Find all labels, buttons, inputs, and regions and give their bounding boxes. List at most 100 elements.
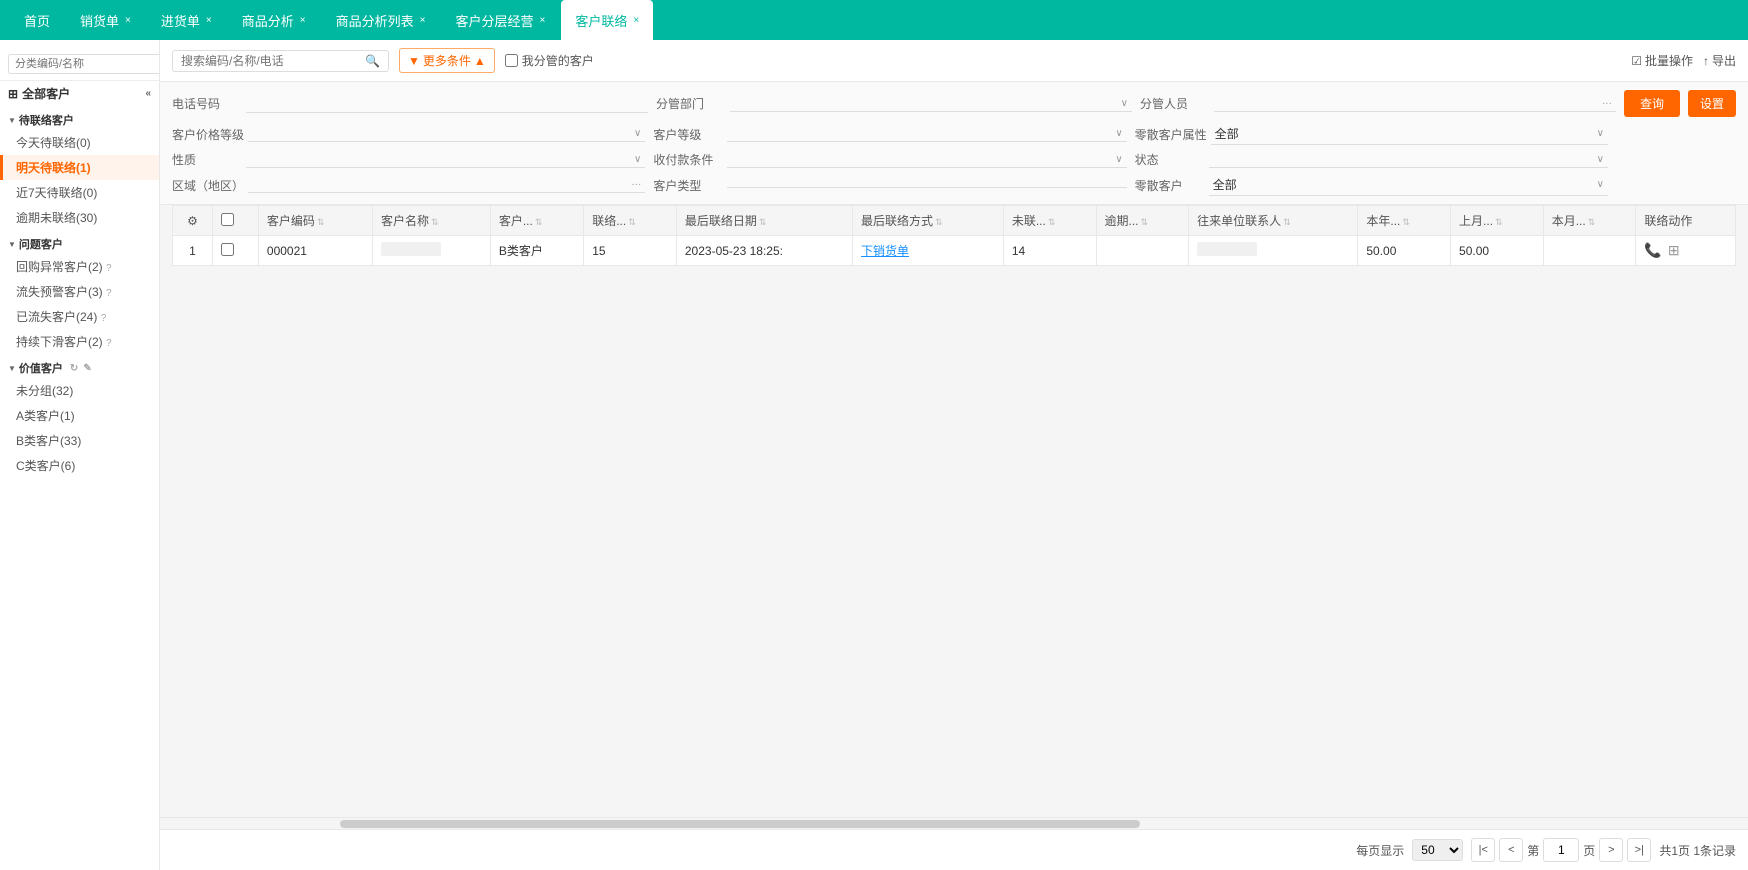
more-filter-button[interactable]: ▼ 更多条件 ▲ <box>399 48 495 73</box>
sidebar-item-abnormal-repurchase[interactable]: 回购异常客户(2) ? <box>0 254 159 279</box>
my-customers-checkbox[interactable] <box>505 54 518 67</box>
first-page-button[interactable]: |< <box>1471 838 1495 862</box>
row-checkbox[interactable] <box>221 243 234 256</box>
td-checkbox <box>213 236 259 266</box>
region-select[interactable]: ··· <box>248 177 645 193</box>
nav-sales-order[interactable]: 销货单 × <box>66 0 145 40</box>
sidebar-item-b-customers[interactable]: B类客户(33) <box>0 428 159 453</box>
retail-attr-select[interactable]: 全部 ∨ <box>1211 123 1608 145</box>
query-button[interactable]: 查询 <box>1624 90 1680 117</box>
top-navigation: 首页 销货单 × 进货单 × 商品分析 × 商品分析列表 × 客户分层经营 × … <box>0 0 1748 40</box>
scrollbar-thumb[interactable] <box>340 820 1140 828</box>
last-contact-method-link[interactable]: 下销货单 <box>861 244 909 258</box>
total-records-label: 共1页 1条记录 <box>1659 842 1736 859</box>
sidebar-search-wrap: 🔍 <box>0 48 159 81</box>
nav-customer-contact[interactable]: 客户联络 × <box>561 0 653 40</box>
th-last-contact-date[interactable]: 最后联络日期⇅ <box>676 206 852 236</box>
help-icon-0[interactable]: ? <box>106 263 112 274</box>
price-level-select[interactable]: ∨ <box>248 126 645 142</box>
payment-select[interactable]: ∨ <box>727 152 1126 168</box>
last-page-button[interactable]: >| <box>1627 838 1651 862</box>
th-last-month[interactable]: 上月...⇅ <box>1451 206 1544 236</box>
th-action: 联络动作 <box>1636 206 1736 236</box>
refresh-icon[interactable]: ↻ <box>70 363 78 374</box>
sidebar-item-declining[interactable]: 持续下滑客户(2) ? <box>0 329 159 354</box>
th-type[interactable]: 客户...⇅ <box>490 206 583 236</box>
close-customer-contact[interactable]: × <box>633 15 639 26</box>
customer-level-select[interactable]: ∨ <box>727 126 1126 142</box>
main-layout: 🔍 ⊞ 全部客户 « 待联络客户 今天待联络(0) 明天待联络(1) 近7天待联… <box>0 40 1748 870</box>
nav-home[interactable]: 首页 <box>10 0 64 40</box>
sidebar-item-tomorrow-contact[interactable]: 明天待联络(1) <box>0 155 159 180</box>
th-last-contact-method[interactable]: 最后联络方式⇅ <box>853 206 1004 236</box>
horizontal-scrollbar[interactable] <box>160 817 1748 829</box>
close-purchase-order[interactable]: × <box>206 15 212 26</box>
sidebar-item-ungrouped[interactable]: 未分组(32) <box>0 378 159 403</box>
settings-icon[interactable]: ⚙ <box>187 214 198 228</box>
nav-customer-layered[interactable]: 客户分层经营 × <box>441 0 559 40</box>
filter-row-1: 电话号码 分管部门 ∨ 分管人员 ··· 查 <box>172 90 1736 117</box>
th-uncontacted[interactable]: 未联...⇅ <box>1003 206 1096 236</box>
person-select[interactable]: ··· <box>1214 96 1616 112</box>
status-select[interactable]: ∨ <box>1209 152 1608 168</box>
sidebar-item-c-customers[interactable]: C类客户(6) <box>0 453 159 478</box>
th-unit-contact[interactable]: 往来单位联系人⇅ <box>1189 206 1358 236</box>
setting-button[interactable]: 设置 <box>1688 90 1736 117</box>
sidebar-item-7days-contact[interactable]: 近7天待联络(0) <box>0 180 159 205</box>
td-overdue <box>1096 236 1189 266</box>
help-icon-1[interactable]: ? <box>106 288 112 299</box>
edit-icon[interactable]: ✎ <box>83 363 91 374</box>
my-customers-checkbox-label[interactable]: 我分管的客户 <box>505 52 594 69</box>
close-product-analysis[interactable]: × <box>300 15 306 26</box>
th-settings[interactable]: ⚙ <box>173 206 213 236</box>
nature-select[interactable]: ∨ <box>246 152 645 168</box>
sidebar-item-churned[interactable]: 已流失客户(24) ? <box>0 304 159 329</box>
filter-nature: 性质 ∨ <box>172 151 645 168</box>
td-last-month: 50.00 <box>1451 236 1544 266</box>
phone-input[interactable] <box>246 94 648 113</box>
search-input[interactable] <box>181 54 361 68</box>
sidebar-all-customers[interactable]: ⊞ 全部客户 « <box>0 81 159 106</box>
search-icon[interactable]: 🔍 <box>365 54 380 68</box>
th-overdue[interactable]: 逾期...⇅ <box>1096 206 1189 236</box>
checkbox-icon: ☑ <box>1631 54 1642 68</box>
customer-type-select[interactable] <box>727 183 1126 188</box>
th-contact-count[interactable]: 联络...⇅ <box>584 206 677 236</box>
phone-action-icon[interactable]: 📞 <box>1644 242 1661 259</box>
help-icon-3[interactable]: ? <box>106 338 112 349</box>
close-sales-order[interactable]: × <box>125 15 131 26</box>
retail-customer-select[interactable]: 全部 ∨ <box>1209 174 1608 196</box>
page-number-input[interactable] <box>1543 838 1579 862</box>
nav-purchase-order[interactable]: 进货单 × <box>147 0 226 40</box>
export-button[interactable]: ↑ 导出 <box>1703 52 1736 69</box>
sidebar-item-churn-warning[interactable]: 流失预警客户(3) ? <box>0 279 159 304</box>
search-input-wrap: 🔍 <box>172 50 389 72</box>
th-this-year[interactable]: 本年...⇅ <box>1358 206 1451 236</box>
sort-overdue-icon: ⇅ <box>1141 217 1149 227</box>
sort-last-date-icon: ⇅ <box>759 217 767 227</box>
close-customer-layered[interactable]: × <box>539 15 545 26</box>
th-this-month[interactable]: 本月...⇅ <box>1543 206 1636 236</box>
th-code[interactable]: 客户编码⇅ <box>258 206 372 236</box>
dept-select[interactable]: ∨ <box>730 96 1132 112</box>
sidebar-search-input[interactable] <box>8 54 160 74</box>
per-page-select[interactable]: 50 100 <box>1412 839 1463 861</box>
help-icon-2[interactable]: ? <box>101 313 107 324</box>
grid-action-icon[interactable]: ⊞ <box>1668 242 1680 259</box>
nav-product-analysis[interactable]: 商品分析 × <box>228 0 320 40</box>
sidebar-item-overdue-contact[interactable]: 逾期未联络(30) <box>0 205 159 230</box>
batch-operation-button[interactable]: ☑ 批量操作 <box>1631 52 1693 69</box>
customer-level-label: 客户等级 <box>653 126 723 143</box>
status-chevron-icon: ∨ <box>1597 154 1604 165</box>
next-page-button[interactable]: > <box>1599 838 1623 862</box>
nav-product-analysis-list[interactable]: 商品分析列表 × <box>322 0 440 40</box>
sidebar-item-today-contact[interactable]: 今天待联络(0) <box>0 130 159 155</box>
filter-region: 区域（地区） ··· <box>172 177 645 194</box>
prev-page-button[interactable]: < <box>1499 838 1523 862</box>
select-all-checkbox[interactable] <box>221 213 234 226</box>
td-this-year: 50.00 <box>1358 236 1451 266</box>
filter-person: 分管人员 ··· <box>1140 95 1616 112</box>
sidebar-item-a-customers[interactable]: A类客户(1) <box>0 403 159 428</box>
close-product-analysis-list[interactable]: × <box>420 15 426 26</box>
th-name[interactable]: 客户名称⇅ <box>373 206 491 236</box>
